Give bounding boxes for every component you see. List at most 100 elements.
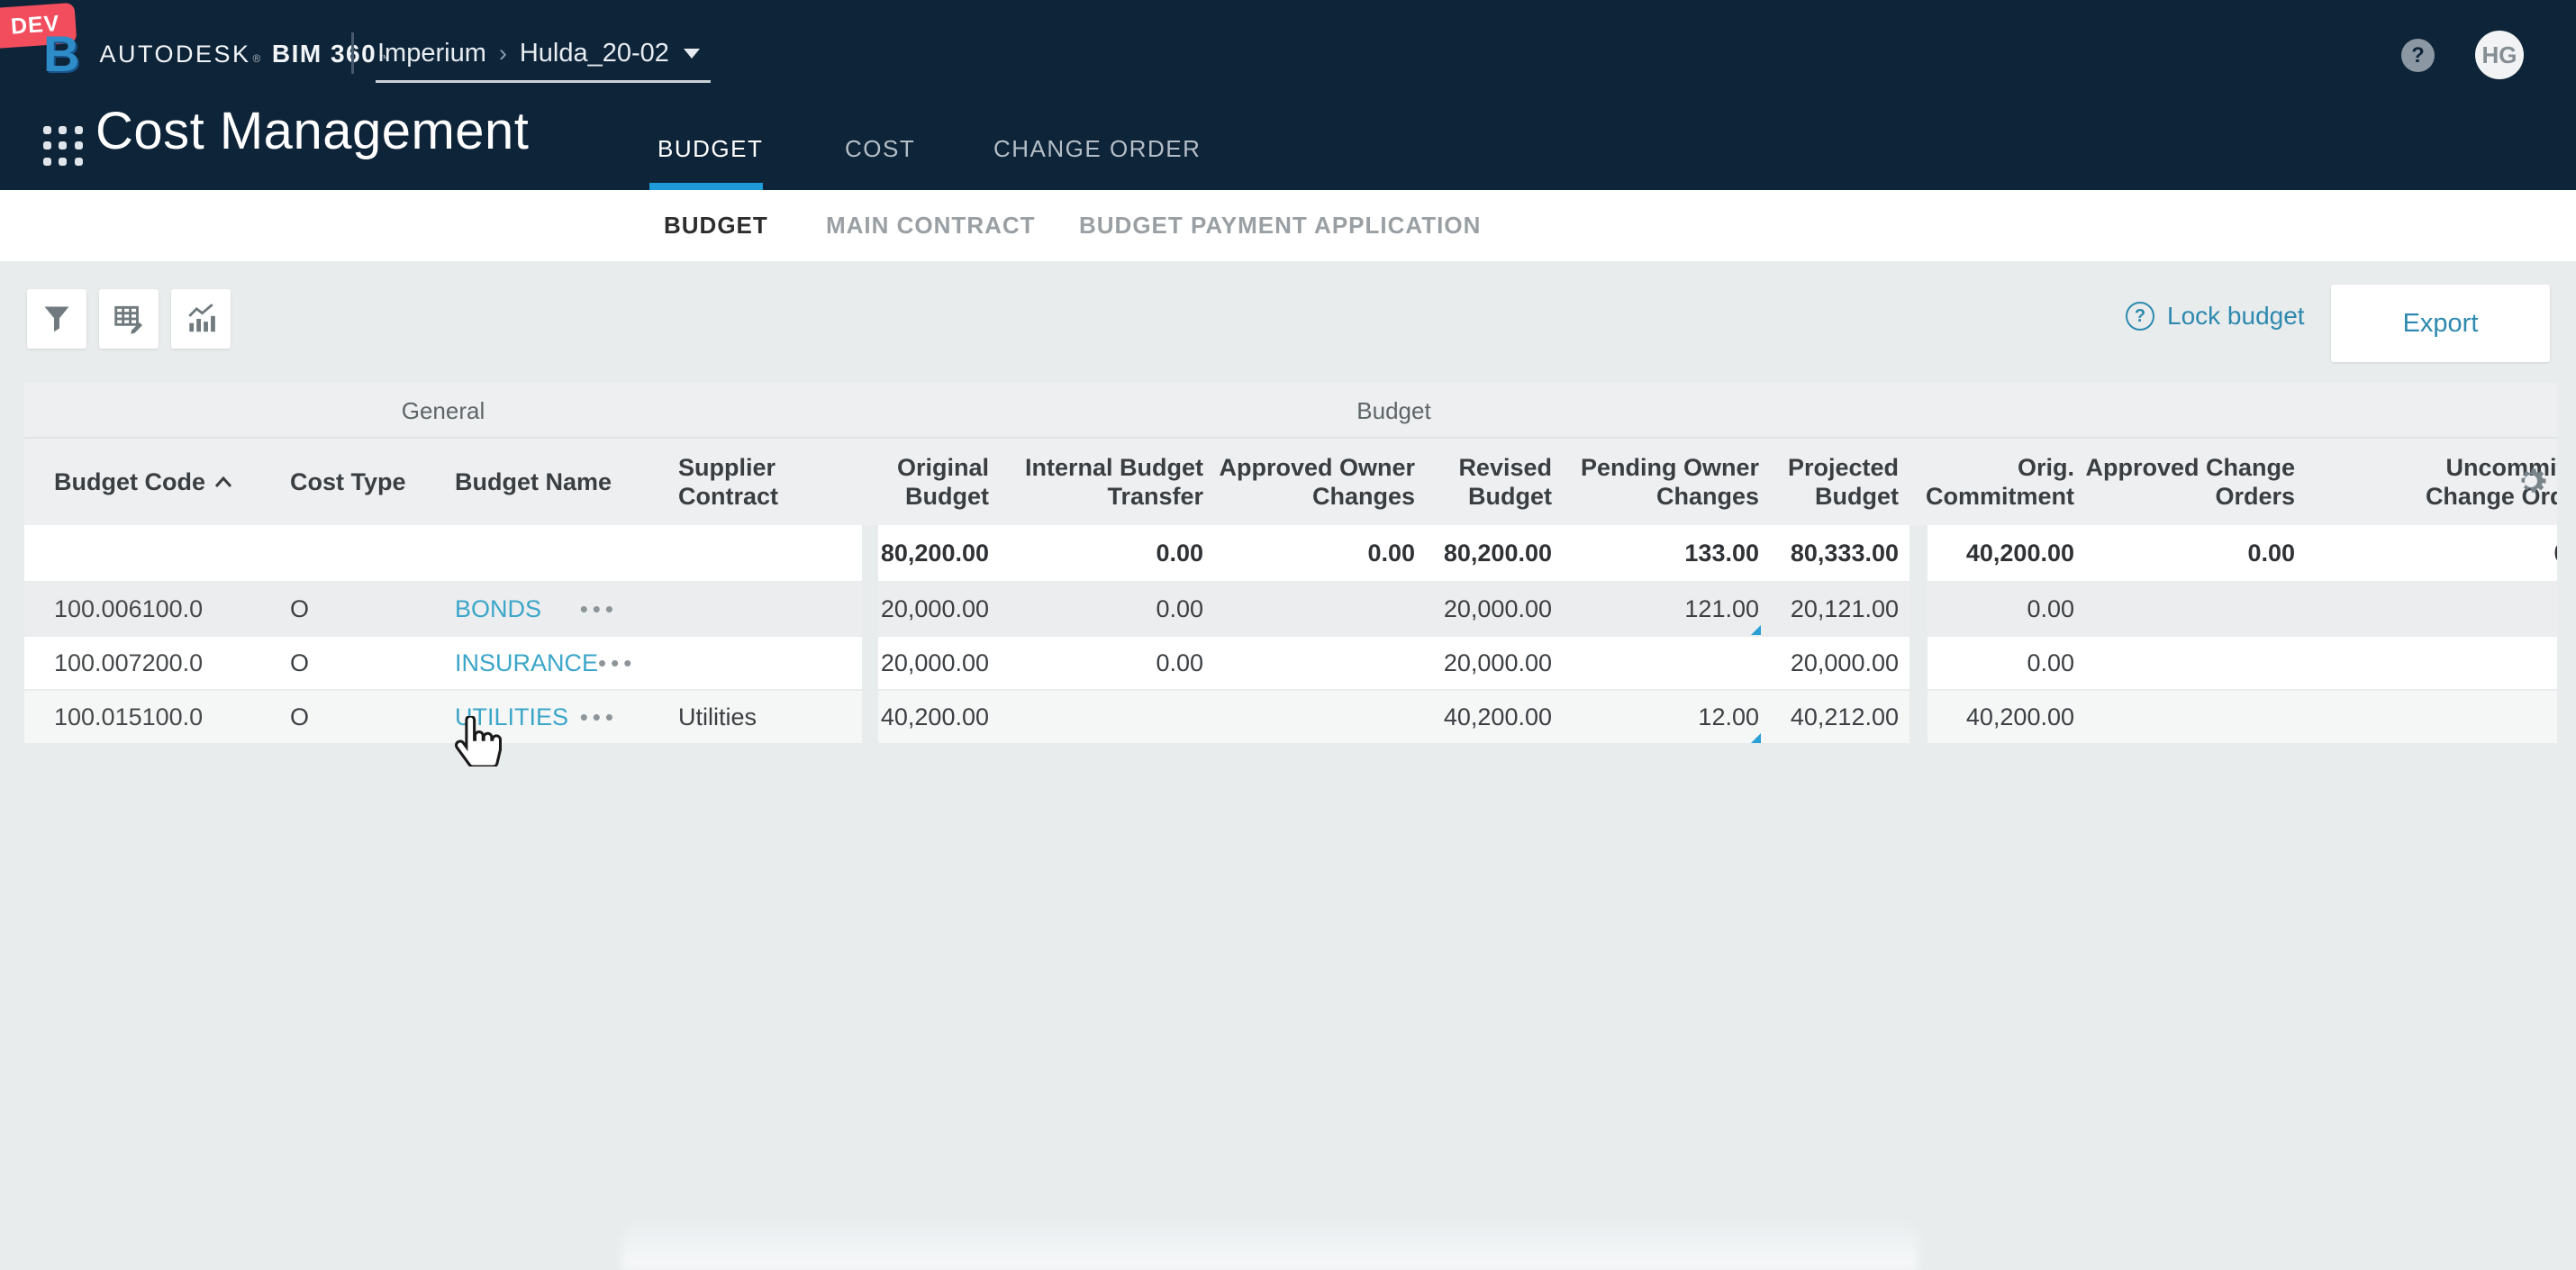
summary-projected-budget: 80,333.00 (1790, 539, 1899, 567)
summary-revised-budget: 80,200.00 (1443, 539, 1552, 567)
header-budget-code-label: Budget Code (54, 468, 205, 495)
header-approved-change-orders[interactable]: Approved Change Orders (2085, 439, 2306, 525)
cell-orig-commitment: 40,200.00 (1965, 703, 2074, 730)
cell-budget-name: UTILITIES ••• (410, 691, 630, 743)
subtab-budget[interactable]: BUDGET (664, 190, 768, 261)
lock-budget-label: Lock budget (2167, 302, 2305, 330)
budget-table: General Budget Budget Code Cost Type Bud… (24, 383, 2557, 743)
cell-approved-change-orders (2085, 637, 2306, 689)
brand: B AUTODESK ® BIM 360 ™ (43, 25, 392, 82)
cell-cost-type: O (290, 703, 310, 730)
table-row[interactable]: 100.007200.0 O INSURANCE ••• 20,000.00 0… (24, 637, 2557, 689)
header-divider (351, 32, 354, 74)
cell-supplier-contract (630, 637, 862, 689)
header-supplier-contract[interactable]: Supplier Contract (630, 439, 862, 525)
cell-approved-change-orders (2085, 583, 2306, 635)
cell-supplier-contract: Utilities (678, 703, 757, 730)
cell-projected-budget: 40,212.00 (1790, 703, 1899, 730)
group-general: General (401, 397, 485, 424)
header-projected-budget[interactable]: Projected Budget (1770, 439, 1909, 525)
header-pending-owner-changes[interactable]: Pending Owner Changes (1563, 439, 1770, 525)
mouse-cursor (454, 714, 503, 771)
avatar[interactable]: HG (2475, 31, 2524, 79)
bim360-logo-icon: B (43, 25, 80, 82)
cell-uncommitted-change-orders (2306, 691, 2557, 743)
header-cost-type[interactable]: Cost Type (252, 439, 410, 525)
breadcrumb[interactable]: Imperium › Hulda_20-02 (376, 32, 711, 83)
summary-uncommitted-change-orders: 0.00 (2306, 525, 2557, 581)
cell-projected-budget: 20,121.00 (1790, 594, 1899, 622)
cell-cost-type: O (290, 649, 310, 676)
table-row[interactable]: 100.015100.0 O UTILITIES ••• Utilities 4… (24, 691, 2557, 743)
cell-orig-commitment: 0.00 (2027, 594, 2074, 622)
export-button[interactable]: Export (2331, 285, 2550, 362)
cell-uncommitted-change-orders (2306, 637, 2557, 689)
column-settings-button[interactable] (2512, 462, 2550, 504)
edit-table-button[interactable] (99, 289, 159, 349)
brand-product: BIM 360 (271, 40, 377, 68)
cell-approved-change-orders (2085, 691, 2306, 743)
tab-change-order[interactable]: CHANGE ORDER (993, 135, 1201, 163)
budget-name-link[interactable]: INSURANCE (455, 649, 598, 677)
header-orig-commitment[interactable]: Orig. Commitment (1926, 439, 2085, 525)
row-menu-button[interactable]: ••• (580, 597, 618, 621)
header-original-budget[interactable]: Original Budget (878, 439, 1000, 525)
top-header: DEV B AUTODESK ® BIM 360 ™ Imperium › Hulda… (0, 0, 2576, 190)
cell-pending-owner-changes: 121.00 (1563, 583, 1770, 635)
filter-button[interactable] (27, 289, 86, 349)
chevron-down-icon (683, 49, 700, 59)
lock-budget-link[interactable]: ? Lock budget (2126, 302, 2305, 331)
header-approved-owner-changes[interactable]: Approved Owner Changes (1214, 439, 1426, 525)
header-budget-code[interactable]: Budget Code (24, 439, 252, 525)
cell-internal-budget-transfer: 0.00 (1156, 649, 1203, 676)
help-button[interactable]: ? (2401, 39, 2435, 72)
apps-grid-icon[interactable] (43, 126, 85, 168)
cost-management-page: DEV B AUTODESK ® BIM 360 ™ Imperium › Hulda… (0, 0, 2576, 1270)
cell-pending-owner-changes (1563, 637, 1770, 689)
cell-approved-owner-changes (1214, 637, 1426, 689)
brand-text: AUTODESK ® BIM 360 ™ (99, 40, 391, 68)
cell-budget-code: 100.006100.0 (54, 594, 204, 622)
cell-budget-code: 100.007200.0 (54, 649, 204, 676)
cell-original-budget: 20,000.00 (880, 594, 989, 622)
summary-internal-budget-transfer: 0.00 (1156, 539, 1203, 567)
cell-orig-commitment: 0.00 (2027, 649, 2074, 676)
header-revised-budget[interactable]: Revised Budget (1426, 439, 1563, 525)
cell-budget-code: 100.015100.0 (54, 703, 204, 730)
header-internal-budget-transfer[interactable]: Internal Budget Transfer (1000, 439, 1214, 525)
registered-mark: ® (252, 52, 263, 65)
summary-approved-change-orders: 0.00 (2247, 539, 2295, 567)
subtab-budget-payment-application[interactable]: BUDGET PAYMENT APPLICATION (1079, 190, 1481, 261)
subtab-main-contract[interactable]: MAIN CONTRACT (826, 190, 1036, 261)
bar-chart-icon (188, 304, 215, 332)
breadcrumb-hub[interactable]: Imperium (377, 39, 486, 68)
budget-name-link[interactable]: BONDS (455, 595, 541, 623)
group-budget: Budget (1356, 397, 1431, 424)
table-edit-icon (114, 305, 143, 334)
chart-button[interactable] (171, 289, 231, 349)
cell-pending-owner-changes: 12.00 (1563, 691, 1770, 743)
cell-projected-budget: 20,000.00 (1790, 649, 1899, 676)
summary-orig-commitment: 40,200.00 (1965, 539, 2074, 567)
summary-approved-owner-changes: 0.00 (1367, 539, 1415, 567)
header-budget-name[interactable]: Budget Name (410, 439, 630, 525)
bottom-sheet-shadow (621, 1216, 1918, 1270)
cell-budget-name: BONDS ••• (410, 583, 630, 635)
breadcrumb-project[interactable]: Hulda_20-02 (520, 39, 669, 68)
table-row[interactable]: 100.006100.0 O BONDS ••• 20,000.00 0.00 … (24, 583, 2557, 635)
cell-budget-name: INSURANCE ••• (410, 637, 631, 689)
filter-icon (44, 306, 69, 332)
cell-internal-budget-transfer: 0.00 (1156, 594, 1203, 622)
page-title: Cost Management (95, 102, 530, 160)
cell-uncommitted-change-orders (2306, 583, 2557, 635)
cell-cost-type: O (290, 594, 310, 622)
tab-budget[interactable]: BUDGET (658, 135, 763, 163)
cell-original-budget: 40,200.00 (880, 703, 989, 730)
tab-cost[interactable]: COST (845, 135, 915, 163)
pending-change-flag-icon (1751, 733, 1761, 743)
cell-approved-owner-changes (1214, 583, 1426, 635)
content-area: ? Lock budget Export General Budget Budg… (0, 261, 2576, 1270)
cell-original-budget: 20,000.00 (880, 649, 989, 676)
pending-change-flag-icon (1751, 625, 1761, 635)
row-menu-button[interactable]: ••• (580, 705, 618, 729)
